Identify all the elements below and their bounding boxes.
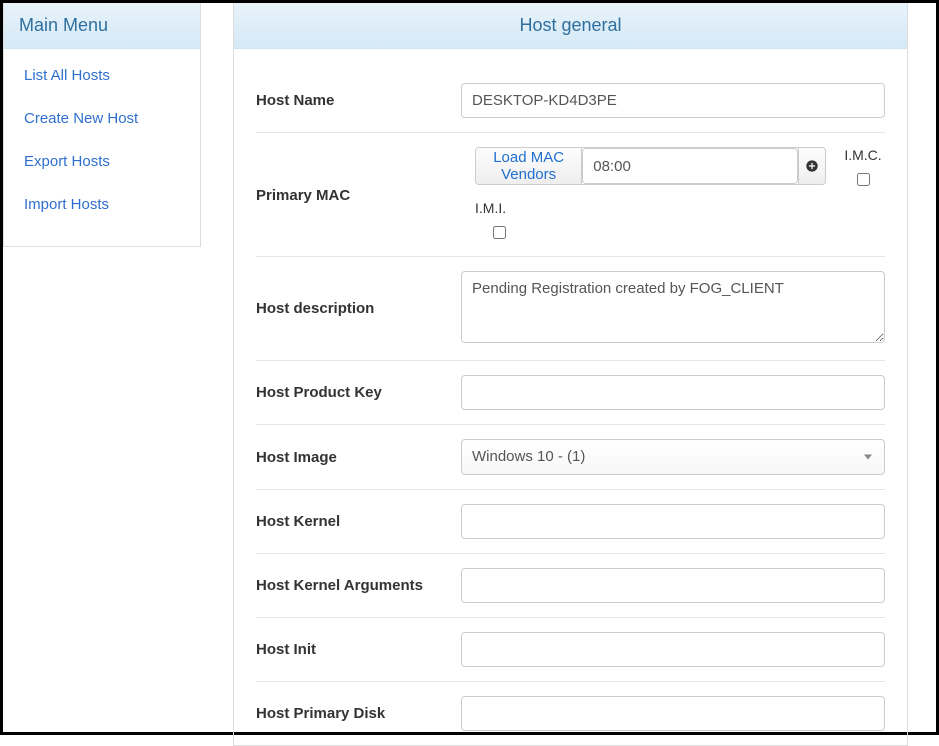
main-title: Host general	[234, 3, 907, 49]
row-host-kernel: Host Kernel	[256, 489, 885, 553]
kernel-args-input[interactable]	[461, 568, 885, 603]
description-textarea[interactable]: Pending Registration created by FOG_CLIE…	[461, 271, 885, 343]
row-primary-mac: Primary MAC Load MAC Vendors	[256, 132, 885, 256]
row-kernel-args: Host Kernel Arguments	[256, 553, 885, 617]
product-key-label: Host Product Key	[256, 384, 461, 401]
host-image-value: Windows 10 - (1)	[472, 448, 585, 465]
row-description: Host description Pending Registration cr…	[256, 256, 885, 360]
sidebar: Main Menu List All Hosts Create New Host…	[3, 3, 201, 247]
main-panel: Host general Host Name Primary MAC Load …	[233, 3, 908, 746]
imc-label: I.M.C.	[844, 147, 881, 163]
host-init-input[interactable]	[461, 632, 885, 667]
mac-input[interactable]	[582, 148, 798, 184]
description-label: Host description	[256, 300, 461, 317]
row-primary-disk: Host Primary Disk	[256, 681, 885, 745]
imi-block: I.M.I.	[475, 200, 826, 242]
mac-input-group: Load MAC Vendors	[475, 147, 826, 185]
chevron-down-icon	[864, 455, 872, 460]
form-area: Host Name Primary MAC Load MAC Vendors	[234, 49, 907, 745]
host-kernel-input[interactable]	[461, 504, 885, 539]
sidebar-item-export-hosts[interactable]: Export Hosts	[4, 140, 200, 183]
sidebar-item-create-new-host[interactable]: Create New Host	[4, 97, 200, 140]
plus-circle-icon	[805, 159, 819, 173]
imc-block: I.M.C.	[841, 147, 885, 186]
imc-checkbox[interactable]	[857, 173, 870, 186]
host-init-label: Host Init	[256, 641, 461, 658]
product-key-input[interactable]	[461, 375, 885, 410]
imi-label: I.M.I.	[475, 200, 826, 216]
host-image-select[interactable]: Windows 10 - (1)	[461, 439, 885, 475]
load-mac-vendors-button[interactable]: Load MAC Vendors	[476, 148, 582, 184]
hostname-input[interactable]	[461, 83, 885, 118]
primary-mac-label: Primary MAC	[256, 147, 461, 204]
row-host-image: Host Image Windows 10 - (1)	[256, 424, 885, 489]
sidebar-item-list-all-hosts[interactable]: List All Hosts	[4, 54, 200, 97]
host-kernel-label: Host Kernel	[256, 513, 461, 530]
row-product-key: Host Product Key	[256, 360, 885, 424]
sidebar-body: List All Hosts Create New Host Export Ho…	[4, 49, 200, 246]
row-host-init: Host Init	[256, 617, 885, 681]
imi-checkbox[interactable]	[493, 226, 506, 239]
hostname-label: Host Name	[256, 92, 461, 109]
sidebar-item-import-hosts[interactable]: Import Hosts	[4, 183, 200, 226]
primary-disk-input[interactable]	[461, 696, 885, 731]
primary-disk-label: Host Primary Disk	[256, 705, 461, 722]
kernel-args-label: Host Kernel Arguments	[256, 577, 461, 594]
host-image-label: Host Image	[256, 449, 461, 466]
row-hostname: Host Name	[256, 69, 885, 132]
sidebar-title: Main Menu	[4, 3, 200, 49]
add-mac-button[interactable]	[798, 148, 825, 184]
